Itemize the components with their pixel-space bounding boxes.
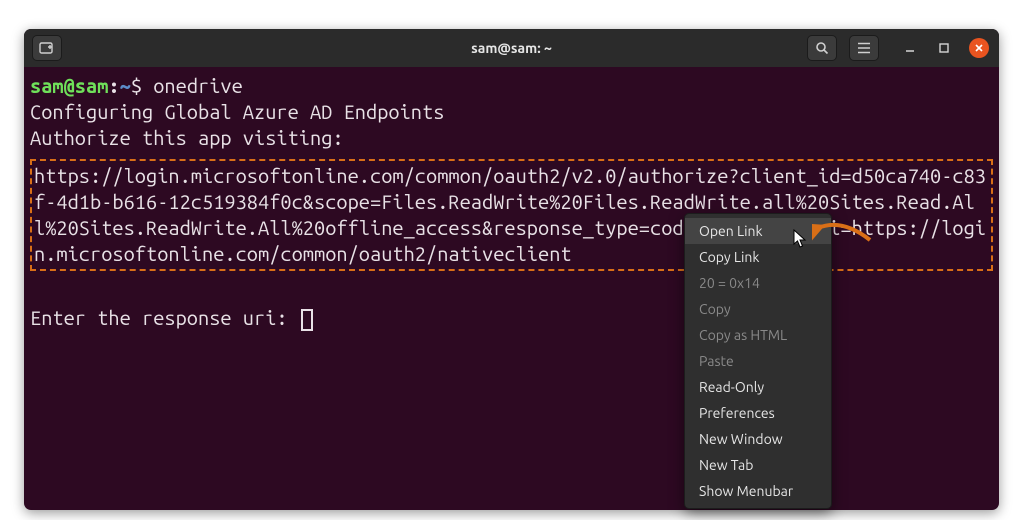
- new-tab-button[interactable]: [32, 35, 62, 61]
- prompt-user: sam@sam: [30, 74, 108, 97]
- titlebar-right: [807, 35, 999, 61]
- close-button[interactable]: [969, 38, 989, 58]
- search-button[interactable]: [807, 35, 837, 61]
- ctx-item-open-link[interactable]: Open Link: [685, 218, 831, 244]
- maximize-icon: [939, 43, 949, 53]
- ctx-item-preferences[interactable]: Preferences: [685, 400, 831, 426]
- titlebar: sam@sam: ~: [24, 29, 999, 67]
- prompt-path: ~: [120, 74, 131, 97]
- ctx-item-20-0x14: 20 = 0x14: [685, 270, 831, 296]
- output-line-1: Configuring Global Azure AD Endpoints: [30, 100, 444, 123]
- prompt-colon: :: [108, 74, 119, 97]
- response-prompt: Enter the response uri:: [30, 306, 299, 329]
- terminal-window: sam@sam: ~: [24, 29, 999, 510]
- text-cursor: [301, 309, 313, 331]
- menu-button[interactable]: [849, 35, 879, 61]
- close-icon: [975, 44, 983, 52]
- titlebar-left: [24, 35, 68, 61]
- maximize-button[interactable]: [935, 39, 953, 57]
- ctx-item-copy-as-html: Copy as HTML: [685, 322, 831, 348]
- terminal-body[interactable]: sam@sam:~$ onedrive Configuring Global A…: [24, 67, 999, 510]
- ctx-item-copy: Copy: [685, 296, 831, 322]
- output-line-2: Authorize this app visiting:: [30, 126, 344, 149]
- context-menu: Open LinkCopy Link20 = 0x14CopyCopy as H…: [684, 213, 832, 509]
- ctx-item-new-tab[interactable]: New Tab: [685, 452, 831, 478]
- ctx-item-new-window[interactable]: New Window: [685, 426, 831, 452]
- ctx-item-read-only[interactable]: Read-Only: [685, 374, 831, 400]
- search-icon: [815, 41, 829, 55]
- hamburger-icon: [857, 42, 871, 54]
- new-tab-icon: [39, 41, 55, 55]
- ctx-item-copy-link[interactable]: Copy Link: [685, 244, 831, 270]
- minimize-button[interactable]: [901, 39, 919, 57]
- auth-url-block[interactable]: https://login.microsoftonline.com/common…: [30, 159, 993, 271]
- minimize-icon: [905, 43, 915, 53]
- ctx-item-paste: Paste: [685, 348, 831, 374]
- ctx-item-show-menubar[interactable]: Show Menubar: [685, 478, 831, 504]
- command-text: onedrive: [153, 74, 243, 97]
- prompt-dollar: $: [131, 74, 153, 97]
